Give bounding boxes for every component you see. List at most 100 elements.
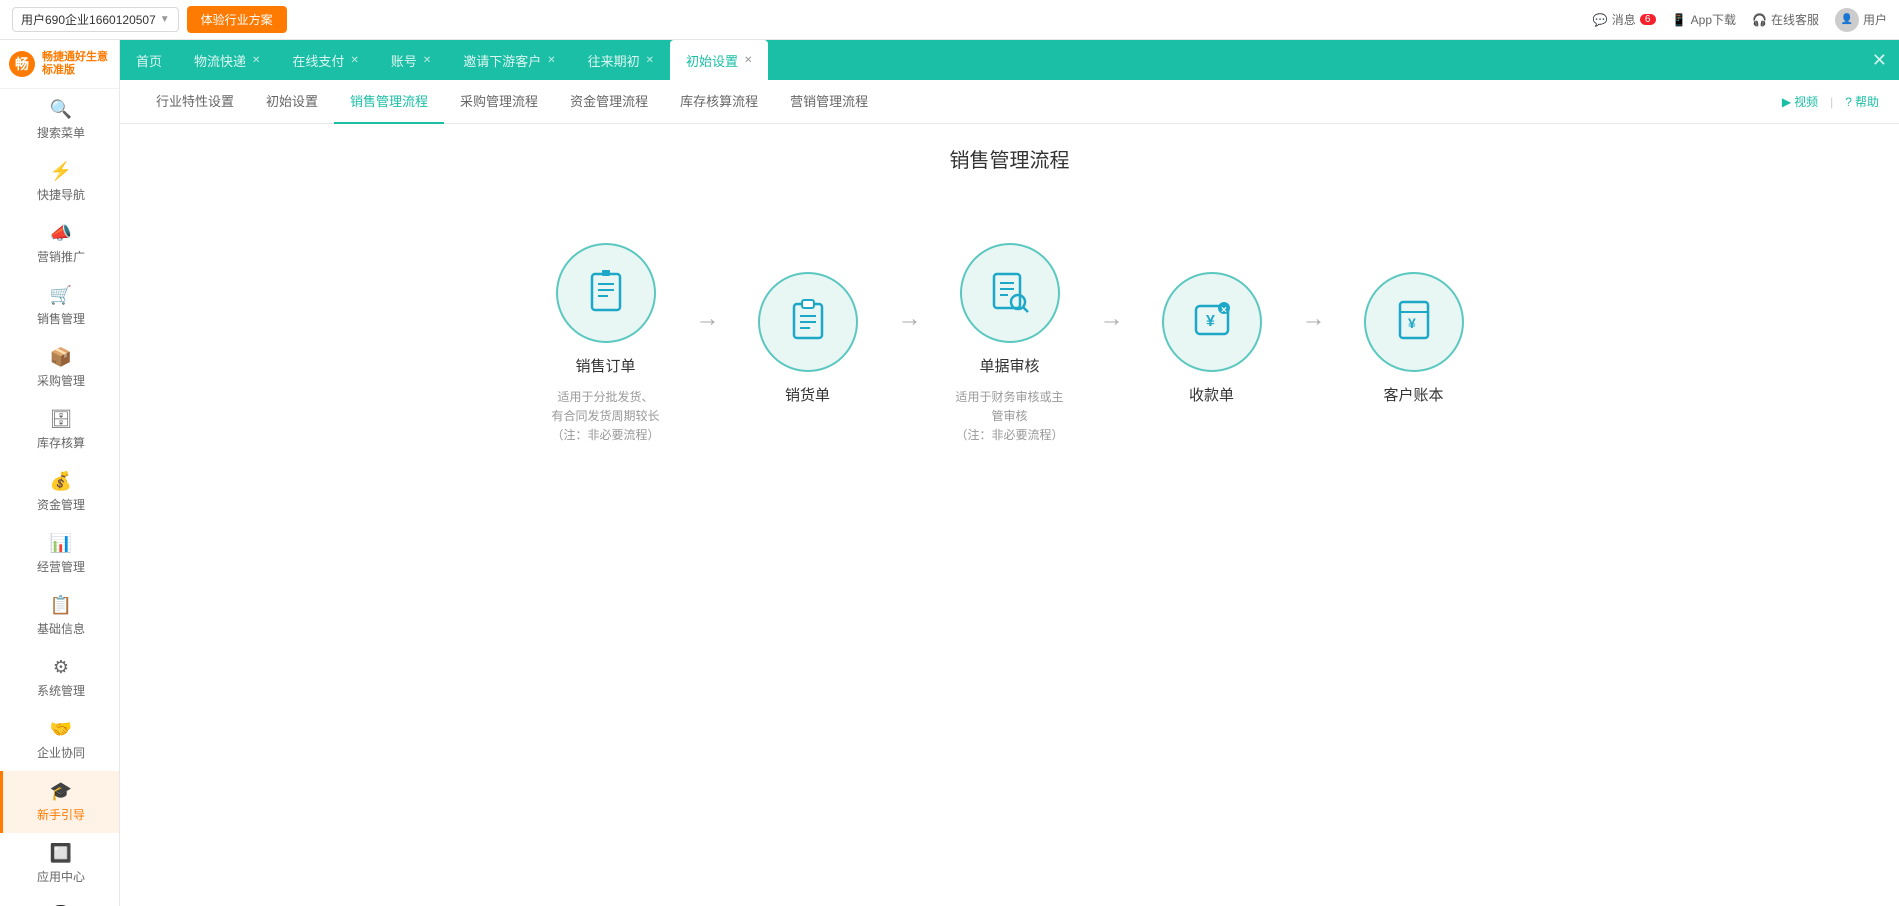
nav-tab-list: 首页物流快递✕在线支付✕账号✕邀请下游客户✕往来期初✕初始设置✕	[120, 40, 768, 80]
flow-step-name-receipt: 收款单	[1189, 384, 1234, 405]
sidebar-item-enterprise-collab[interactable]: 🤝 企业协同	[0, 709, 119, 771]
sidebar-item-sales-mgmt[interactable]: 🛒 销售管理	[0, 275, 119, 337]
sidebar-label-finance-mgmt: 资金管理	[37, 496, 85, 513]
sub-tab-industry-settings[interactable]: 行业特性设置	[140, 80, 250, 124]
flow-circle-customer-account: ¥	[1364, 272, 1464, 372]
sub-tab-marketing-flow[interactable]: 营销管理流程	[774, 80, 884, 124]
flow-step-sales-invoice[interactable]: 销货单	[728, 272, 888, 417]
main-layout: 畅 畅捷通好生意 标准版 🔍 搜索菜单 ⚡ 快捷导航 📣 营销推广 🛒 销售管理…	[0, 40, 1899, 906]
flow-step-name-sales-order: 销售订单	[575, 355, 635, 376]
nav-tab-close-past-period[interactable]: ✕	[646, 55, 654, 66]
sidebar-item-app-center[interactable]: 🔲 应用中心	[0, 833, 119, 895]
sidebar-item-enterprise-wechat[interactable]: 💬 企业微信	[0, 895, 119, 906]
sub-tab-label-sales-flow: 销售管理流程	[350, 91, 428, 110]
flow-step-customer-account[interactable]: ¥ 客户账本	[1334, 272, 1494, 417]
sub-tab-initial-setup[interactable]: 初始设置	[250, 80, 334, 124]
sidebar-label-purchase-mgmt: 采购管理	[37, 372, 85, 389]
user-name-label: 用户	[1863, 11, 1887, 28]
app-download-label: App下载	[1691, 11, 1736, 28]
flow-step-receipt[interactable]: ¥ × 收款单	[1132, 272, 1292, 417]
sub-tab-label-inventory-flow: 库存核算流程	[680, 91, 758, 110]
flow-circle-receipt: ¥ ×	[1162, 272, 1262, 372]
nav-tab-close-account[interactable]: ✕	[423, 55, 431, 66]
sidebar-icon-marketing-promo: 📣	[50, 223, 72, 244]
user-avatar-group[interactable]: 👤 用户	[1835, 8, 1887, 32]
sidebar-logo: 畅 畅捷通好生意 标准版	[0, 40, 119, 89]
flow-circle-sales-invoice	[758, 272, 858, 372]
flow-icon-customer-account: ¥	[1390, 296, 1438, 347]
sidebar-item-quick-nav[interactable]: ⚡ 快捷导航	[0, 151, 119, 213]
trial-button[interactable]: 体验行业方案	[187, 6, 287, 33]
logo-icon: 畅	[8, 50, 36, 78]
svg-text:×: ×	[1221, 305, 1227, 316]
page-title: 销售管理流程	[140, 144, 1879, 173]
top-bar: 用户690企业1660120507 ▼ 体验行业方案 💬 消息 6 📱 App下…	[0, 0, 1899, 40]
message-icon: 💬	[1593, 13, 1608, 27]
message-group[interactable]: 💬 消息 6	[1593, 11, 1656, 28]
flow-step-sales-order[interactable]: 销售订单 适用于分批发货、有合同发货周期较长（注：非必要流程）	[526, 243, 686, 446]
sub-tab-purchase-flow[interactable]: 采购管理流程	[444, 80, 554, 124]
sidebar-item-purchase-mgmt[interactable]: 📦 采购管理	[0, 337, 119, 399]
avatar: 👤	[1835, 8, 1859, 32]
sidebar-label-enterprise-collab: 企业协同	[37, 744, 85, 761]
help-button[interactable]: ? 帮助	[1845, 93, 1879, 110]
nav-tab-invite-downstream[interactable]: 邀请下游客户✕	[447, 40, 571, 80]
sidebar-label-system-mgmt: 系统管理	[37, 682, 85, 699]
nav-tab-close-invite-downstream[interactable]: ✕	[547, 55, 555, 66]
top-bar-right: 💬 消息 6 📱 App下载 🎧 在线客服 👤 用户	[1593, 8, 1887, 32]
sidebar-icon-inventory: 🗄	[50, 409, 73, 430]
sidebar-item-basic-info[interactable]: 📋 基础信息	[0, 585, 119, 647]
video-help-button[interactable]: ▶ 视频	[1782, 93, 1818, 110]
sidebar-label-quick-nav: 快捷导航	[37, 186, 85, 203]
nav-tab-label-initial-setup: 初始设置	[686, 51, 738, 70]
sidebar-icon-quick-nav: ⚡	[50, 161, 72, 182]
top-bar-left: 用户690企业1660120507 ▼ 体验行业方案	[12, 6, 287, 33]
sidebar-label-operations-mgmt: 经营管理	[37, 558, 85, 575]
sidebar-icon-operations-mgmt: 📊	[50, 533, 72, 554]
online-service-group[interactable]: 🎧 在线客服	[1752, 11, 1819, 28]
svg-text:¥: ¥	[1408, 315, 1416, 331]
sidebar-item-search-menu[interactable]: 🔍 搜索菜单	[0, 89, 119, 151]
user-selector-text: 用户690企业1660120507	[21, 11, 156, 28]
flow-step-document-review[interactable]: 单据审核 适用于财务审核或主管审核（注：非必要流程）	[930, 243, 1090, 446]
sidebar-item-marketing-promo[interactable]: 📣 营销推广	[0, 213, 119, 275]
sub-header: 行业特性设置初始设置销售管理流程采购管理流程资金管理流程库存核算流程 营销管理流程…	[120, 80, 1899, 124]
flow-step-name-sales-invoice: 销货单	[785, 384, 830, 405]
sub-tab-capital-flow[interactable]: 资金管理流程	[554, 80, 664, 124]
sidebar-item-operations-mgmt[interactable]: 📊 经营管理	[0, 523, 119, 585]
sub-tab-sales-flow[interactable]: 销售管理流程	[334, 80, 444, 124]
nav-tab-past-period[interactable]: 往来期初 ✕	[572, 40, 670, 80]
sidebar-item-inventory[interactable]: 🗄 库存核算	[0, 399, 119, 461]
flow-step-name-document-review: 单据审核	[979, 355, 1039, 376]
sidebar-label-basic-info: 基础信息	[37, 620, 85, 637]
nav-tab-logistics[interactable]: 物流快递✕	[178, 40, 276, 80]
nav-tab-initial-setup[interactable]: 初始设置 ✕	[670, 40, 768, 80]
nav-tab-close-logistics[interactable]: ✕	[252, 55, 260, 66]
svg-text:¥: ¥	[1206, 313, 1215, 330]
sidebar-item-new-guide[interactable]: 🎓 新手引导	[0, 771, 119, 833]
sidebar-label-inventory: 库存核算	[37, 434, 85, 451]
online-service-label: 在线客服	[1771, 11, 1819, 28]
sidebar-item-system-mgmt[interactable]: ⚙ 系统管理	[0, 647, 119, 709]
flow-arrow-1: →	[888, 305, 930, 333]
app-download-group[interactable]: 📱 App下载	[1672, 11, 1736, 28]
nav-tab-online-payment[interactable]: 在线支付✕	[276, 40, 374, 80]
nav-tab-home[interactable]: 首页	[120, 40, 178, 80]
nav-tab-close-online-payment[interactable]: ✕	[350, 55, 358, 66]
nav-tab-close-initial-setup[interactable]: ✕	[744, 55, 752, 66]
nav-tab-label-past-period: 往来期初	[588, 51, 640, 70]
nav-tab-label-account: 账号	[391, 51, 417, 70]
sidebar-items: 🔍 搜索菜单 ⚡ 快捷导航 📣 营销推广 🛒 销售管理 📦 采购管理 🗄 库存核…	[0, 89, 119, 906]
sub-tab-inventory-flow[interactable]: 库存核算流程	[664, 80, 774, 124]
close-all-tabs-button[interactable]: ✕	[1860, 50, 1899, 71]
sub-tab-label-marketing-flow: 营销管理流程	[790, 91, 868, 110]
sidebar-label-search-menu: 搜索菜单	[37, 124, 85, 141]
help-icon: ?	[1845, 95, 1852, 109]
nav-tabs: 首页物流快递✕在线支付✕账号✕邀请下游客户✕往来期初✕初始设置✕ ✕	[120, 40, 1899, 80]
sub-tab-list: 行业特性设置初始设置销售管理流程采购管理流程资金管理流程库存核算流程 营销管理流程	[140, 80, 884, 123]
flow-circle-document-review	[960, 243, 1060, 343]
nav-tab-account[interactable]: 账号 ✕	[375, 40, 447, 80]
user-selector[interactable]: 用户690企业1660120507 ▼	[12, 7, 179, 32]
sidebar-item-finance-mgmt[interactable]: 💰 资金管理	[0, 461, 119, 523]
sidebar: 畅 畅捷通好生意 标准版 🔍 搜索菜单 ⚡ 快捷导航 📣 营销推广 🛒 销售管理…	[0, 40, 120, 906]
